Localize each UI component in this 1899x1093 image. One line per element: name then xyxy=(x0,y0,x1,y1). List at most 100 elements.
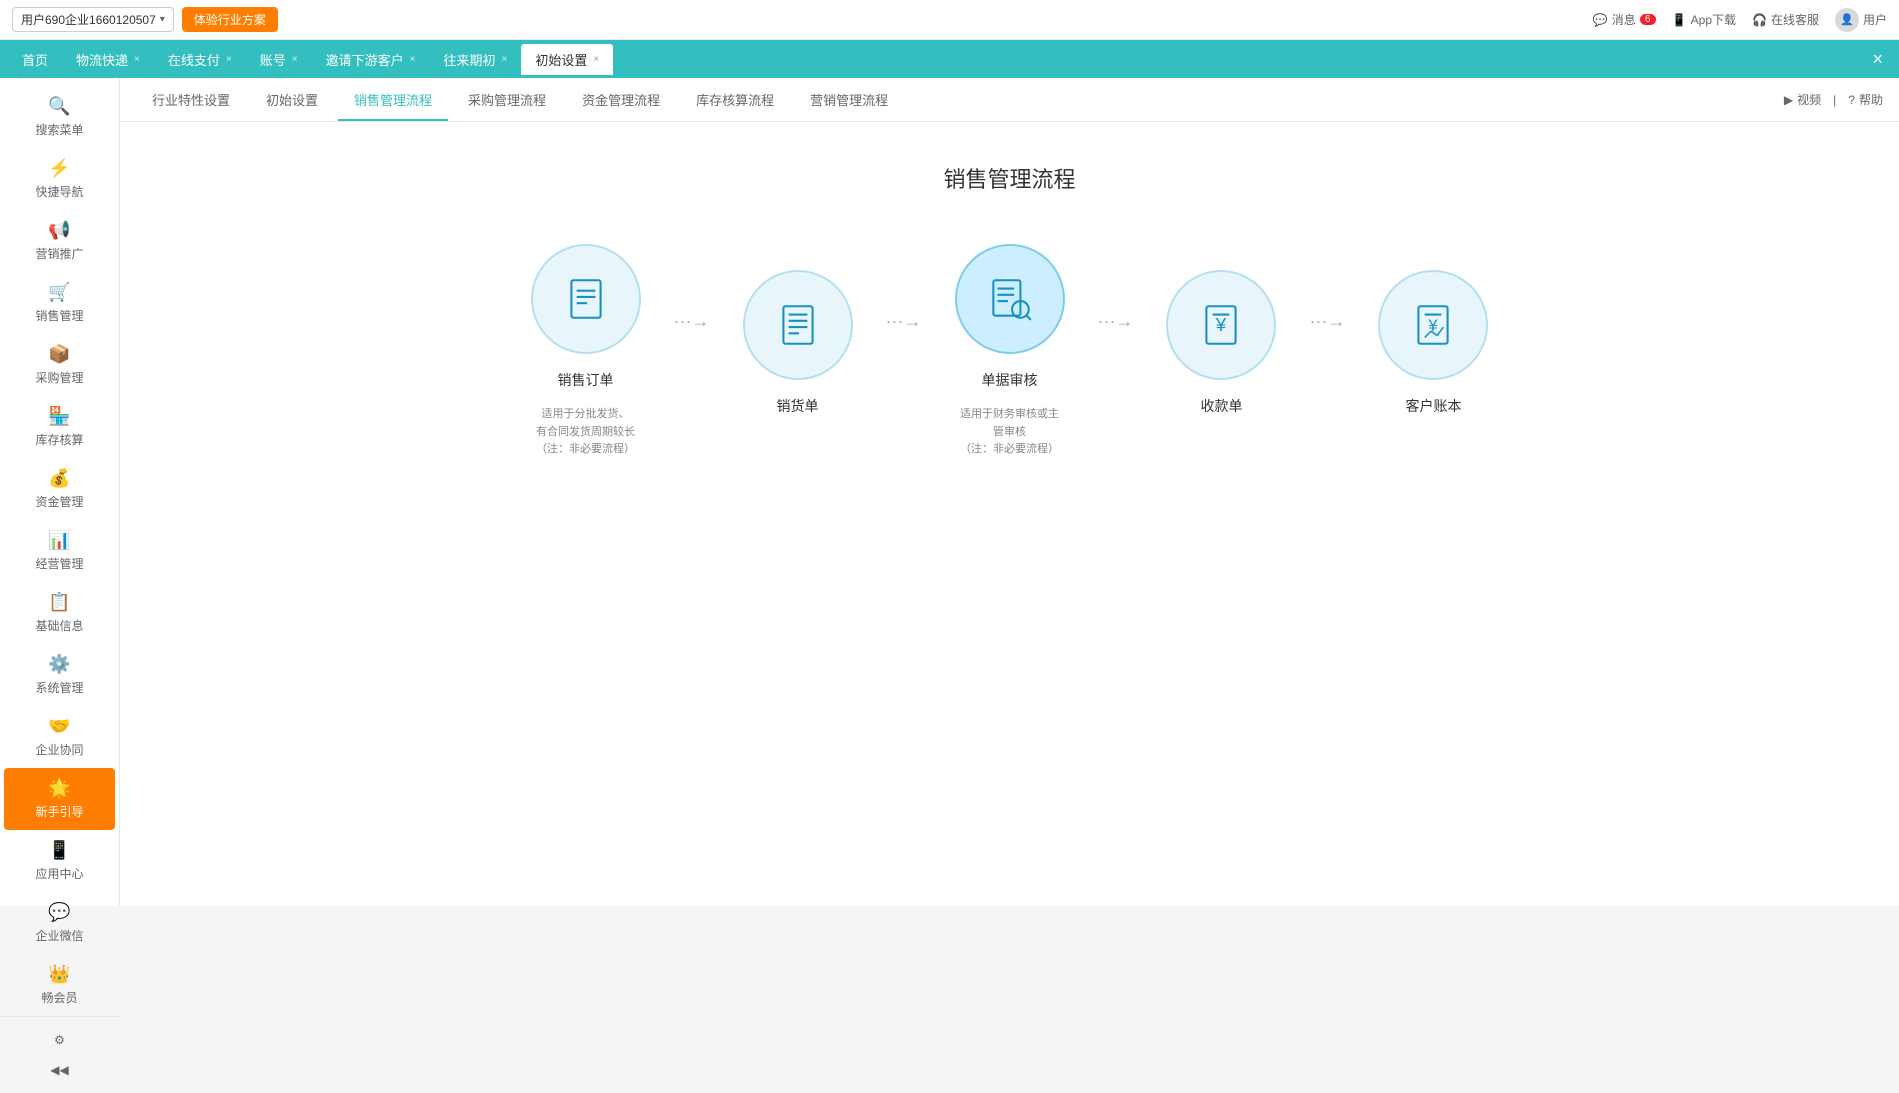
sub-tab-sales-flow-label: 销售管理流程 xyxy=(354,93,432,108)
sidebar-item-search[interactable]: 🔍 搜索菜单 xyxy=(0,86,119,148)
operation-icon: 📊 xyxy=(48,530,70,551)
receipt-circle: ¥ xyxy=(1166,270,1276,380)
sub-tab-initial[interactable]: 初始设置 xyxy=(250,80,334,121)
experience-button[interactable]: 体验行业方案 xyxy=(182,7,278,32)
sales-invoice-circle xyxy=(743,270,853,380)
sidebar-item-collab-label: 企业协同 xyxy=(35,741,83,758)
sub-tab-finance-flow[interactable]: 资金管理流程 xyxy=(566,80,676,121)
top-bar: 用户690企业1660120507 ▾ 体验行业方案 💬 消息 6 📱 App下… xyxy=(0,0,1899,40)
quick-icon: ⚡ xyxy=(48,158,70,179)
sub-tab-inventory-flow[interactable]: 库存核算流程 xyxy=(680,80,790,121)
user-profile[interactable]: 👤 用户 xyxy=(1835,8,1887,32)
sidebar-item-basic[interactable]: 📋 基础信息 xyxy=(0,582,119,644)
sales-order-desc: 适用于分批发货、有合同发货周期较长（注：非必要流程） xyxy=(536,406,635,459)
svg-text:¥: ¥ xyxy=(1215,315,1227,336)
user-text: 用户690企业1660120507 xyxy=(21,11,156,28)
tab-period[interactable]: 往来期初 × xyxy=(429,44,521,75)
close-all-tabs[interactable]: × xyxy=(1864,49,1891,70)
sidebar-item-operation-label: 经营管理 xyxy=(35,555,83,572)
apps-icon: 📱 xyxy=(48,840,70,861)
sidebar-item-sales[interactable]: 🛒 销售管理 xyxy=(0,272,119,334)
sidebar-item-marketing[interactable]: 📢 营销推广 xyxy=(0,210,119,272)
sidebar-item-system[interactable]: ⚙️ 系统管理 xyxy=(0,644,119,706)
online-service-button[interactable]: 🎧 在线客服 xyxy=(1752,11,1819,28)
sidebar: 🔍 搜索菜单 ⚡ 快捷导航 📢 营销推广 🛒 销售管理 📦 采购管理 🏪 库存核… xyxy=(0,78,120,906)
sidebar-item-search-label: 搜索菜单 xyxy=(35,121,83,138)
tab-home[interactable]: 首页 xyxy=(8,44,62,75)
flow-step-customer-ledger[interactable]: ¥ 客户账本 xyxy=(1353,270,1513,432)
tab-account[interactable]: 账号 × xyxy=(246,44,312,75)
sidebar-item-collab[interactable]: 🤝 企业协同 xyxy=(0,706,119,768)
sidebar-item-system-label: 系统管理 xyxy=(35,679,83,696)
sidebar-item-wechat[interactable]: 💬 企业微信 xyxy=(0,892,119,954)
tab-logistics[interactable]: 物流快递 × xyxy=(62,44,154,75)
tab-initial-setup-label: 初始设置 xyxy=(535,50,587,69)
sidebar-collapse-button[interactable]: ◀◀ xyxy=(0,1055,119,1085)
doc-review-circle xyxy=(955,244,1065,354)
sub-tab-finance-flow-label: 资金管理流程 xyxy=(582,93,660,108)
top-bar-left: 用户690企业1660120507 ▾ 体验行业方案 xyxy=(12,7,278,32)
finance-icon: 💰 xyxy=(48,468,70,489)
sidebar-item-apps[interactable]: 📱 应用中心 xyxy=(0,830,119,892)
user-label: 用户 xyxy=(1863,11,1887,28)
sub-tab-sales-flow[interactable]: 销售管理流程 xyxy=(338,80,448,121)
sidebar-item-operation[interactable]: 📊 经营管理 xyxy=(0,520,119,582)
tab-account-close[interactable]: × xyxy=(292,54,298,65)
search-icon: 🔍 xyxy=(48,96,70,117)
sidebar-item-purchase-label: 采购管理 xyxy=(35,369,83,386)
sub-tab-marketing-flow[interactable]: 营销管理流程 xyxy=(794,80,904,121)
member-icon: 👑 xyxy=(48,964,70,985)
app-download-button[interactable]: 📱 App下载 xyxy=(1672,11,1736,28)
flow-step-sales-order[interactable]: 销售订单 适用于分批发货、有合同发货周期较长（注：非必要流程） xyxy=(506,244,666,459)
sidebar-item-purchase[interactable]: 📦 采购管理 xyxy=(0,334,119,396)
sub-tab-initial-label: 初始设置 xyxy=(266,93,318,108)
sidebar-settings-gear[interactable]: ⚙ xyxy=(0,1025,119,1055)
sidebar-item-quick[interactable]: ⚡ 快捷导航 xyxy=(0,148,119,210)
sidebar-item-inventory-label: 库存核算 xyxy=(35,431,83,448)
flow-step-receipt[interactable]: ¥ 收款单 xyxy=(1141,270,1301,432)
customer-ledger-circle: ¥ xyxy=(1378,270,1488,380)
sub-tab-industry[interactable]: 行业特性设置 xyxy=(136,80,246,121)
messages-button[interactable]: 💬 消息 6 xyxy=(1593,11,1656,28)
tab-initial-setup[interactable]: 初始设置 × xyxy=(521,44,613,75)
sub-tab-marketing-flow-label: 营销管理流程 xyxy=(810,93,888,108)
help-button[interactable]: ? 帮助 xyxy=(1848,91,1883,108)
user-selector[interactable]: 用户690企业1660120507 ▾ xyxy=(12,7,174,32)
sidebar-item-newbie[interactable]: 🌟 新手引导 xyxy=(4,768,115,830)
sidebar-bottom: ⚙ ◀◀ xyxy=(0,1016,119,1093)
sub-tab-purchase-flow[interactable]: 采购管理流程 xyxy=(452,80,562,121)
tab-payment[interactable]: 在线支付 × xyxy=(154,44,246,75)
tab-invite-close[interactable]: × xyxy=(410,54,416,65)
customer-ledger-name: 客户账本 xyxy=(1405,396,1461,416)
sidebar-item-member[interactable]: 👑 畅会员 xyxy=(0,954,119,1016)
tab-logistics-label: 物流快递 xyxy=(76,50,128,69)
main-content: 行业特性设置 初始设置 销售管理流程 采购管理流程 资金管理流程 库存核算流程 … xyxy=(120,78,1899,906)
tab-invite[interactable]: 邀请下游客户 × xyxy=(312,44,430,75)
flow-step-doc-review[interactable]: 单据审核 适用于财务审核或主管审核（注：非必要流程） xyxy=(930,244,1090,459)
app-download-label: App下载 xyxy=(1691,11,1736,28)
sales-order-circle xyxy=(531,244,641,354)
tab-payment-close[interactable]: × xyxy=(226,54,232,65)
sidebar-item-inventory[interactable]: 🏪 库存核算 xyxy=(0,396,119,458)
tab-invite-label: 邀请下游客户 xyxy=(326,50,404,69)
sidebar-item-basic-label: 基础信息 xyxy=(35,617,83,634)
sales-order-name: 销售订单 xyxy=(558,370,614,390)
tab-initial-setup-close[interactable]: × xyxy=(593,54,599,65)
sidebar-item-finance[interactable]: 💰 资金管理 xyxy=(0,458,119,520)
doc-review-name: 单据审核 xyxy=(982,370,1038,390)
sub-tab-inventory-flow-label: 库存核算流程 xyxy=(696,93,774,108)
tab-period-close[interactable]: × xyxy=(501,54,507,65)
sub-tabs-right: ▶ 视频 | ? 帮助 xyxy=(1784,91,1883,108)
marketing-icon: 📢 xyxy=(48,220,70,241)
messages-label: 消息 xyxy=(1612,11,1636,28)
flow-step-sales-invoice[interactable]: 销货单 xyxy=(718,270,878,432)
tab-logistics-close[interactable]: × xyxy=(134,54,140,65)
doc-review-desc: 适用于财务审核或主管审核（注：非必要流程） xyxy=(960,406,1059,459)
headset-icon: 🎧 xyxy=(1752,13,1767,27)
sidebar-item-member-label: 畅会员 xyxy=(41,989,77,1006)
sidebar-item-newbie-label: 新手引导 xyxy=(35,803,83,820)
video-help-button[interactable]: ▶ 视频 xyxy=(1784,91,1821,108)
sidebar-item-finance-label: 资金管理 xyxy=(35,493,83,510)
basic-icon: 📋 xyxy=(48,592,70,613)
message-icon: 💬 xyxy=(1593,13,1608,27)
